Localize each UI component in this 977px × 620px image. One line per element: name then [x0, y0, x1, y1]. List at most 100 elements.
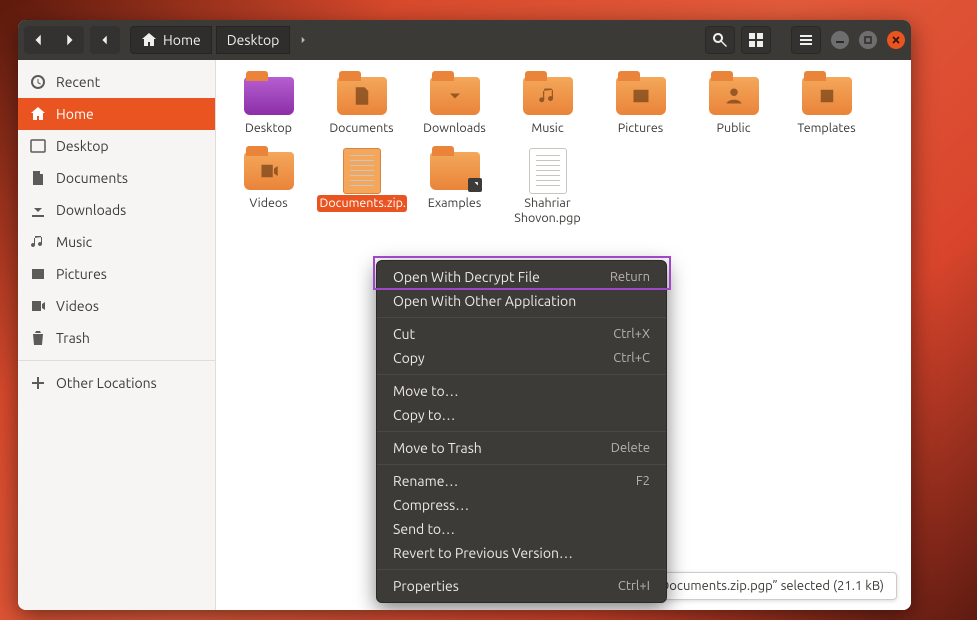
- folder-downloads[interactable]: Downloads: [408, 74, 501, 137]
- file-shahriar-shovon-pgp[interactable]: Shahriar Shovon.pgp: [501, 149, 594, 227]
- pictures-icon: [30, 266, 46, 282]
- minimize-icon: [836, 36, 844, 44]
- menu-label: Open With Other Application: [393, 293, 576, 309]
- nav-forward-button[interactable]: [54, 26, 84, 54]
- status-bar: “Documents.zip.pgp” selected (21.1 kB): [642, 572, 897, 600]
- menu-label: Rename…: [393, 473, 458, 489]
- sidebar-item-music[interactable]: Music: [18, 226, 215, 258]
- pathbar-root-button[interactable]: [90, 26, 120, 54]
- file-label: Pictures: [615, 120, 666, 137]
- folder-icon: [337, 77, 387, 115]
- menu-send-to[interactable]: Send to…: [377, 517, 666, 541]
- file-label: Documents: [326, 120, 396, 137]
- sidebar-separator: [18, 360, 215, 361]
- hamburger-menu-button[interactable]: [791, 26, 821, 54]
- folder-icon: [523, 77, 573, 115]
- menu-label: Copy: [393, 350, 425, 366]
- menu-revert[interactable]: Revert to Previous Version…: [377, 541, 666, 565]
- file-label: Shahriar Shovon.pgp: [503, 195, 593, 227]
- breadcrumb-current-label: Desktop: [227, 32, 280, 48]
- menu-copy[interactable]: Copy Ctrl+C: [377, 346, 666, 370]
- chevron-left-icon: [32, 33, 46, 47]
- menu-rename[interactable]: Rename… F2: [377, 469, 666, 493]
- header-bar: Home Desktop: [18, 20, 911, 60]
- breadcrumb-child-arrow[interactable]: [294, 35, 312, 45]
- file-label: Videos: [246, 195, 290, 212]
- close-icon: [892, 36, 900, 44]
- caret-left-icon: [98, 33, 112, 47]
- music-icon: [30, 234, 46, 250]
- sidebar-item-videos[interactable]: Videos: [18, 290, 215, 322]
- folder-desktop[interactable]: Desktop: [222, 74, 315, 137]
- search-button[interactable]: [705, 26, 735, 54]
- sidebar: Recent Home Desktop Documents Downloads …: [18, 60, 216, 610]
- breadcrumb-home[interactable]: Home: [130, 26, 212, 54]
- folder-documents[interactable]: Documents: [315, 74, 408, 137]
- document-icon: [343, 148, 381, 194]
- search-icon: [712, 32, 728, 48]
- breadcrumb: Home Desktop: [130, 26, 312, 54]
- window-minimize-button[interactable]: [831, 31, 849, 49]
- menu-label: Properties: [393, 578, 459, 594]
- plus-icon: [30, 375, 46, 391]
- menu-open-with-other[interactable]: Open With Other Application: [377, 289, 666, 313]
- sidebar-item-label: Home: [56, 106, 94, 122]
- sidebar-item-label: Trash: [56, 330, 90, 346]
- nav-back-button[interactable]: [24, 26, 54, 54]
- sidebar-item-home[interactable]: Home: [18, 98, 215, 130]
- file-label: Downloads: [420, 120, 489, 137]
- caret-right-icon: [298, 35, 308, 45]
- menu-properties[interactable]: Properties Ctrl+I: [377, 574, 666, 598]
- status-text: “Documents.zip.pgp” selected (21.1 kB): [655, 579, 884, 593]
- folder-icon: [244, 152, 294, 190]
- folder-music[interactable]: Music: [501, 74, 594, 137]
- folder-pictures[interactable]: Pictures: [594, 74, 687, 137]
- breadcrumb-home-label: Home: [163, 32, 201, 48]
- folder-templates[interactable]: Templates: [780, 74, 873, 137]
- menu-compress[interactable]: Compress…: [377, 493, 666, 517]
- sidebar-item-trash[interactable]: Trash: [18, 322, 215, 354]
- folder-videos[interactable]: Videos: [222, 149, 315, 227]
- context-menu: Open With Decrypt File Return Open With …: [376, 260, 667, 603]
- view-toggle-button[interactable]: [741, 26, 771, 54]
- maximize-icon: [864, 36, 872, 44]
- sidebar-item-other-locations[interactable]: Other Locations: [18, 367, 215, 399]
- menu-separator: [377, 317, 666, 318]
- sidebar-item-label: Music: [56, 234, 92, 250]
- sidebar-item-label: Desktop: [56, 138, 109, 154]
- sidebar-item-desktop[interactable]: Desktop: [18, 130, 215, 162]
- file-documents-zip-pgp[interactable]: Documents.zip.pgp: [315, 149, 408, 227]
- menu-accel: Delete: [611, 441, 650, 455]
- file-label: Public: [713, 120, 753, 137]
- folder-examples[interactable]: Examples: [408, 149, 501, 227]
- menu-move-to-trash[interactable]: Move to Trash Delete: [377, 436, 666, 460]
- sidebar-item-downloads[interactable]: Downloads: [18, 194, 215, 226]
- menu-accel: Ctrl+X: [613, 327, 650, 341]
- folder-public[interactable]: Public: [687, 74, 780, 137]
- sidebar-item-documents[interactable]: Documents: [18, 162, 215, 194]
- menu-label: Move to Trash: [393, 440, 482, 456]
- menu-move-to[interactable]: Move to…: [377, 379, 666, 403]
- nav-group: [24, 26, 84, 54]
- sidebar-item-label: Other Locations: [56, 375, 157, 391]
- symlink-badge-icon: [468, 178, 482, 192]
- menu-label: Send to…: [393, 521, 455, 537]
- menu-separator: [377, 569, 666, 570]
- menu-copy-to[interactable]: Copy to…: [377, 403, 666, 427]
- file-label: Desktop: [242, 120, 295, 137]
- clock-icon: [30, 74, 46, 90]
- menu-accel: Return: [610, 270, 650, 284]
- menu-accel: Ctrl+C: [613, 351, 650, 365]
- sidebar-item-pictures[interactable]: Pictures: [18, 258, 215, 290]
- grid-view-icon: [748, 32, 764, 48]
- sidebar-item-recent[interactable]: Recent: [18, 66, 215, 98]
- window-maximize-button[interactable]: [859, 31, 877, 49]
- menu-open-with-decrypt[interactable]: Open With Decrypt File Return: [377, 265, 666, 289]
- folder-icon: [430, 152, 480, 190]
- menu-cut[interactable]: Cut Ctrl+X: [377, 322, 666, 346]
- menu-label: Cut: [393, 326, 415, 342]
- breadcrumb-current[interactable]: Desktop: [216, 26, 291, 54]
- document-icon: [529, 148, 567, 194]
- menu-label: Open With Decrypt File: [393, 269, 540, 285]
- window-close-button[interactable]: [887, 31, 905, 49]
